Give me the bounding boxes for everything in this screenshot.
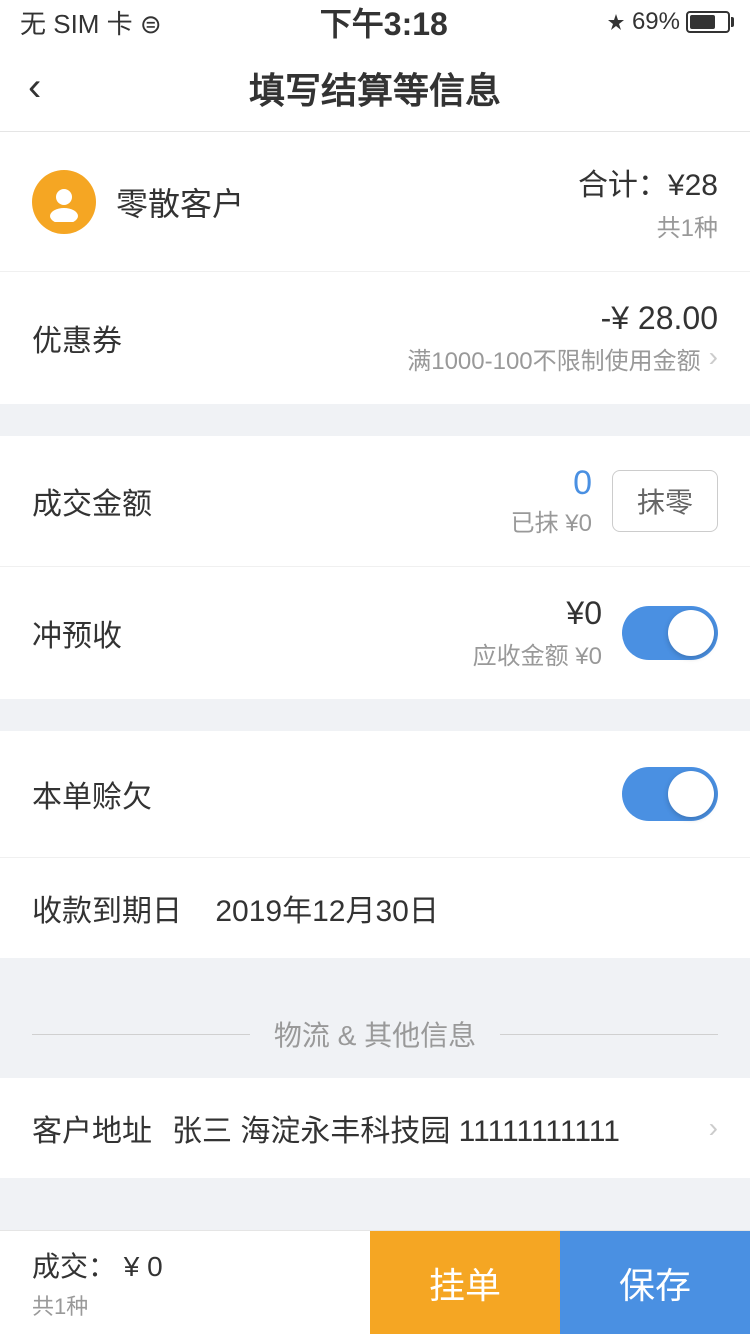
customer-right: 合计：¥28 共1种 (578, 160, 718, 243)
rounding-button[interactable]: 抹零 (612, 470, 718, 532)
avatar (32, 170, 96, 234)
status-battery: 69% (606, 8, 730, 36)
customer-section: 零散客户 合计：¥28 共1种 优惠券 -¥ 28.00 满1000-100不限… (0, 132, 750, 404)
coupon-desc: 满1000-100不限制使用金额 (407, 341, 700, 376)
prepay-right: ¥0 应收金额 ¥0 (473, 595, 718, 671)
page-title: 填写结算等信息 (249, 62, 501, 114)
transaction-section: 成交金额 0 已抹 ¥0 抹零 冲预收 ¥0 应收金额 ¥0 (0, 436, 750, 699)
separator-1 (0, 420, 750, 436)
pending-button[interactable]: 挂单 (370, 1231, 560, 1334)
prepay-amount: ¥0 (473, 595, 602, 632)
bottom-total-label: 成交： (32, 1251, 116, 1282)
separator-2 (0, 715, 750, 731)
bottom-count: 共1种 (32, 1289, 338, 1321)
status-signal: 无 SIM 卡 ⊜ (20, 4, 162, 41)
address-left: 客户地址 张三 海淀永丰科技园 11111111111 (32, 1106, 620, 1150)
logistics-header: 物流 & 其他信息 (0, 990, 750, 1078)
status-bar: 无 SIM 卡 ⊜ 下午3:18 69% (0, 0, 750, 44)
prepay-amounts: ¥0 应收金额 ¥0 (473, 595, 602, 671)
bottom-info: 成交： ¥ 0 共1种 (0, 1245, 370, 1321)
transaction-sub: 已抹 ¥0 (511, 503, 592, 538)
due-date-value: 2019年12月30日 (215, 895, 438, 928)
customer-name: 零散客户 (116, 179, 244, 225)
prepay-label: 冲预收 (32, 611, 122, 655)
nav-bar: ‹ 填写结算等信息 (0, 44, 750, 132)
transaction-value: 0 (511, 464, 592, 503)
transaction-row: 成交金额 0 已抹 ¥0 抹零 (0, 436, 750, 567)
due-row: 收款到期日 2019年12月30日 (0, 857, 750, 958)
debt-toggle-knob (668, 771, 714, 817)
customer-total: 合计：¥28 (578, 160, 718, 204)
customer-row: 零散客户 合计：¥28 共1种 (0, 132, 750, 271)
bottom-total: 成交： ¥ 0 (32, 1245, 338, 1285)
address-value: 张三 海淀永丰科技园 11111111111 (172, 1106, 620, 1150)
coupon-row[interactable]: 优惠券 -¥ 28.00 满1000-100不限制使用金额 › (0, 271, 750, 404)
location-icon (606, 12, 626, 32)
toggle-knob (668, 610, 714, 656)
debt-toggle[interactable] (622, 767, 718, 821)
transaction-label: 成交金额 (32, 479, 152, 523)
prepay-row: 冲预收 ¥0 应收金额 ¥0 (0, 567, 750, 699)
customer-count: 共1种 (578, 208, 718, 243)
battery-icon (686, 11, 730, 33)
separator-3 (0, 974, 750, 990)
bottom-total-value: ¥ 0 (124, 1251, 163, 1282)
coupon-arrow-icon: › (709, 341, 718, 373)
status-time: 下午3:18 (320, 0, 448, 45)
prepay-toggle[interactable] (622, 606, 718, 660)
coupon-label: 优惠券 (32, 316, 122, 360)
address-row[interactable]: 客户地址 张三 海淀永丰科技园 11111111111 › (0, 1078, 750, 1178)
coupon-right: -¥ 28.00 满1000-100不限制使用金额 › (407, 300, 718, 376)
transaction-right: 0 已抹 ¥0 抹零 (511, 464, 718, 538)
debt-row: 本单赊欠 (0, 731, 750, 857)
logistics-label: 物流 & 其他信息 (250, 1014, 500, 1054)
coupon-value: -¥ 28.00 (407, 300, 718, 337)
battery-percent: 69% (632, 8, 680, 36)
due-date-label: 收款到期日 (32, 895, 182, 928)
back-button[interactable]: ‹ (28, 65, 41, 110)
address-section: 客户地址 张三 海淀永丰科技园 11111111111 › (0, 1078, 750, 1178)
prepay-sub: 应收金额 ¥0 (473, 636, 602, 671)
due-date: 收款到期日 2019年12月30日 (32, 895, 439, 928)
address-arrow-icon: › (709, 1112, 718, 1144)
debt-label: 本单赊欠 (32, 772, 152, 816)
customer-left: 零散客户 (32, 170, 244, 234)
address-label: 客户地址 (32, 1106, 152, 1150)
save-button[interactable]: 保存 (560, 1231, 750, 1334)
debt-section: 本单赊欠 收款到期日 2019年12月30日 (0, 731, 750, 958)
customer-icon (44, 182, 84, 222)
bottom-bar: 成交： ¥ 0 共1种 挂单 保存 (0, 1230, 750, 1334)
